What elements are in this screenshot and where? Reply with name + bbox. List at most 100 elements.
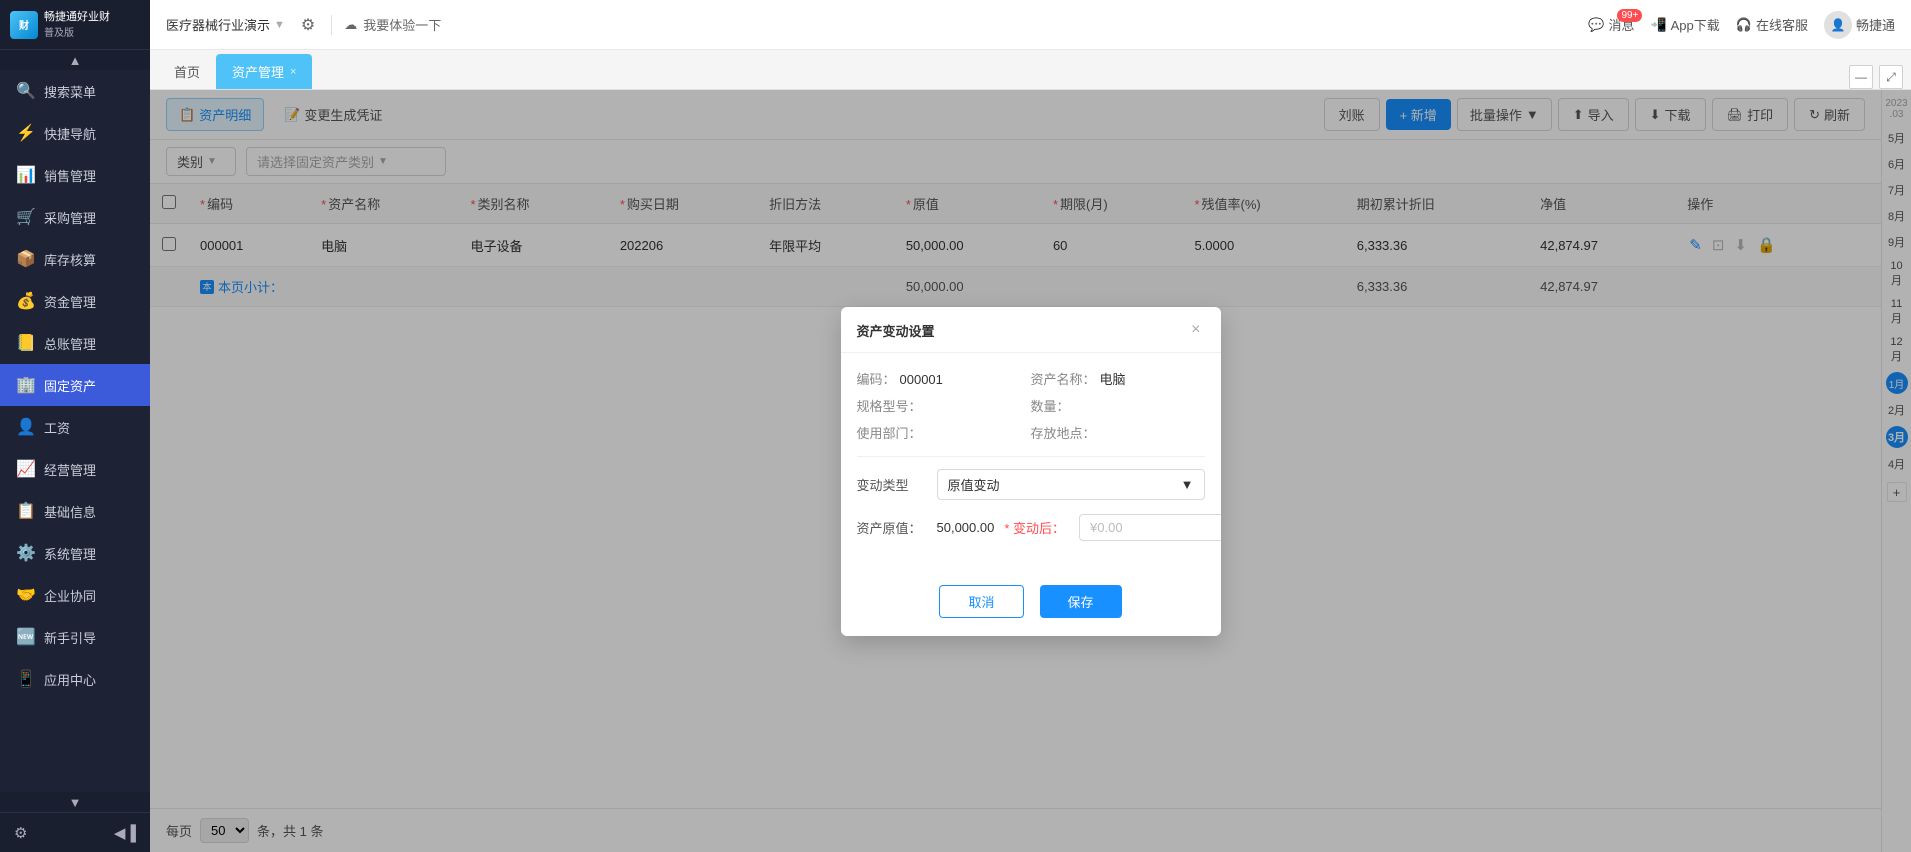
- save-button[interactable]: 保存: [1040, 585, 1122, 618]
- content-area: 📋 资产明细 📝 变更生成凭证 刘账 + 新增 批量操作: [150, 90, 1911, 852]
- purchase-icon: 🛒: [16, 207, 34, 227]
- sidebar-item-enterprise-label: 企业协同: [44, 586, 96, 605]
- dialog-info-grid: 编码： 000001 资产名称： 电脑 规格型号： 数量：: [857, 369, 1205, 442]
- sidebar-item-system[interactable]: ⚙️ 系统管理: [0, 532, 150, 574]
- message-button[interactable]: 💬 消息 99+: [1588, 15, 1634, 34]
- tab-asset-management[interactable]: 资产管理 ×: [216, 54, 312, 89]
- sidebar-item-app-center[interactable]: 📱 应用中心: [0, 658, 150, 700]
- sidebar-item-fixed-assets[interactable]: 🏢 固定资产: [0, 364, 150, 406]
- after-value-input[interactable]: [1079, 514, 1220, 541]
- dialog-close-button[interactable]: ×: [1187, 321, 1204, 339]
- dialog-code-item: 编码： 000001: [857, 369, 1031, 388]
- sidebar-item-sales-label: 销售管理: [44, 166, 96, 185]
- sidebar-item-inventory[interactable]: 📦 库存核算: [0, 238, 150, 280]
- user-area[interactable]: 👤 畅捷通: [1824, 11, 1895, 39]
- message-badge: 99+: [1617, 9, 1642, 22]
- change-type-label: 变动类型: [857, 475, 927, 494]
- online-service-label: 在线客服: [1756, 15, 1808, 34]
- online-service-button[interactable]: 🎧 在线客服: [1736, 15, 1808, 34]
- dialog-body: 编码： 000001 资产名称： 电脑 规格型号： 数量：: [841, 353, 1221, 571]
- dialog-footer: 取消 保存: [841, 571, 1221, 636]
- cloud-icon: ☁: [344, 17, 357, 33]
- sidebar-item-wages-label: 工资: [44, 418, 70, 437]
- system-icon: ⚙️: [16, 543, 34, 563]
- user-avatar: 👤: [1824, 11, 1852, 39]
- logo-area: 财 畅捷通好业财 普及版: [0, 0, 150, 50]
- tabs-right-controls: — ⤢: [1849, 65, 1903, 89]
- sales-icon: 📊: [16, 165, 34, 185]
- app-download-button[interactable]: 📲 App下载: [1650, 15, 1719, 34]
- scroll-down-arrow[interactable]: ▼: [0, 792, 150, 812]
- dialog-location-label: 存放地点：: [1031, 423, 1096, 442]
- dialog-code-label: 编码：: [857, 369, 896, 388]
- settings-gear-icon[interactable]: ⚙: [14, 824, 27, 842]
- sidebar-item-finance[interactable]: 💰 资金管理: [0, 280, 150, 322]
- ledger-icon: 📒: [16, 333, 34, 353]
- topbar-settings-icon[interactable]: ⚙: [297, 11, 319, 39]
- sidebar-item-fixed-assets-label: 固定资产: [44, 376, 96, 395]
- asset-change-dialog: 资产变动设置 × 编码： 000001 资产名称： 电脑: [841, 307, 1221, 636]
- sidebar-item-wages[interactable]: 👤 工资: [0, 406, 150, 448]
- download-icon: 📲: [1650, 17, 1666, 33]
- sidebar-item-finance-label: 资金管理: [44, 292, 96, 311]
- sidebar-item-ledger[interactable]: 📒 总账管理: [0, 322, 150, 364]
- company-arrow-icon: ▼: [274, 19, 285, 31]
- dialog-name-label: 资产名称：: [1031, 369, 1096, 388]
- tab-close-icon[interactable]: ×: [290, 66, 296, 78]
- tab-asset-management-label: 资产管理: [232, 62, 284, 81]
- try-label: 我要体验一下: [363, 15, 441, 34]
- sidebar-item-sales[interactable]: 📊 销售管理: [0, 154, 150, 196]
- tab-minimize-button[interactable]: —: [1849, 65, 1873, 89]
- topbar-separator: [331, 15, 332, 35]
- sidebar-item-system-label: 系统管理: [44, 544, 96, 563]
- dialog-title: 资产变动设置: [857, 321, 935, 340]
- fixed-assets-icon: 🏢: [16, 375, 34, 395]
- sidebar-item-search[interactable]: 🔍 搜索菜单: [0, 70, 150, 112]
- sidebar-item-ledger-label: 总账管理: [44, 334, 96, 353]
- sidebar-item-basic-info-label: 基础信息: [44, 502, 96, 521]
- operations-icon: 📈: [16, 459, 34, 479]
- sidebar-item-purchase[interactable]: 🛒 采购管理: [0, 196, 150, 238]
- dialog-name-item: 资产名称： 电脑: [1031, 369, 1205, 388]
- topbar: 医疗器械行业演示 ▼ ⚙ ☁ 我要体验一下 💬 消息 99+ 📲 App下载 🎧…: [150, 0, 1911, 50]
- sidebar-footer: ⚙ ◀▐: [0, 812, 150, 852]
- company-selector[interactable]: 医疗器械行业演示 ▼: [166, 15, 285, 34]
- sidebar-item-purchase-label: 采购管理: [44, 208, 96, 227]
- change-type-select[interactable]: 原值变动 ▼: [937, 469, 1205, 500]
- sidebar-item-guide-label: 新手引导: [44, 628, 96, 647]
- cancel-button[interactable]: 取消: [939, 585, 1023, 618]
- dialog-header: 资产变动设置 ×: [841, 307, 1221, 353]
- logo-text: 畅捷通好业财: [44, 10, 110, 24]
- dialog-divider: [857, 456, 1205, 457]
- dialog-qty-label: 数量：: [1031, 396, 1070, 415]
- scroll-up-arrow[interactable]: ▲: [0, 50, 150, 70]
- original-value-label: 资产原值：: [857, 518, 927, 537]
- sidebar-item-guide[interactable]: 🆕 新手引导: [0, 616, 150, 658]
- try-button[interactable]: ☁ 我要体验一下: [344, 15, 441, 34]
- message-icon: 💬: [1588, 17, 1604, 33]
- dialog-code-value: 000001: [900, 372, 943, 387]
- tab-expand-button[interactable]: ⤢: [1879, 65, 1903, 89]
- sidebar-item-operations[interactable]: 📈 经营管理: [0, 448, 150, 490]
- collapse-icon[interactable]: ◀▐: [114, 824, 136, 842]
- main-area: 医疗器械行业演示 ▼ ⚙ ☁ 我要体验一下 💬 消息 99+ 📲 App下载 🎧…: [150, 0, 1911, 852]
- logo-icon: 财: [10, 11, 38, 39]
- dialog-qty-item: 数量：: [1031, 396, 1205, 415]
- after-label: * 变动后：: [1004, 518, 1065, 537]
- sidebar-scroll: 🔍 搜索菜单 ⚡ 快捷导航 📊 销售管理 🛒 采购管理 📦 库存核算 💰 资金管…: [0, 70, 150, 792]
- sidebar-item-app-center-label: 应用中心: [44, 670, 96, 689]
- dialog-spec-label: 规格型号：: [857, 396, 922, 415]
- enterprise-icon: 🤝: [16, 585, 34, 605]
- logo-sub: 普及版: [44, 24, 110, 39]
- tab-home[interactable]: 首页: [158, 54, 216, 89]
- sidebar-item-basic-info[interactable]: 📋 基础信息: [0, 490, 150, 532]
- sidebar-item-quick-nav[interactable]: ⚡ 快捷导航: [0, 112, 150, 154]
- sidebar-item-inventory-label: 库存核算: [44, 250, 96, 269]
- sidebar-item-enterprise[interactable]: 🤝 企业协同: [0, 574, 150, 616]
- quick-nav-icon: ⚡: [16, 123, 34, 143]
- service-icon: 🎧: [1736, 17, 1752, 33]
- dialog-overlay: 资产变动设置 × 编码： 000001 资产名称： 电脑: [150, 90, 1911, 852]
- app-center-icon: 📱: [16, 669, 34, 689]
- sidebar-item-quick-nav-label: 快捷导航: [44, 124, 96, 143]
- inventory-icon: 📦: [16, 249, 34, 269]
